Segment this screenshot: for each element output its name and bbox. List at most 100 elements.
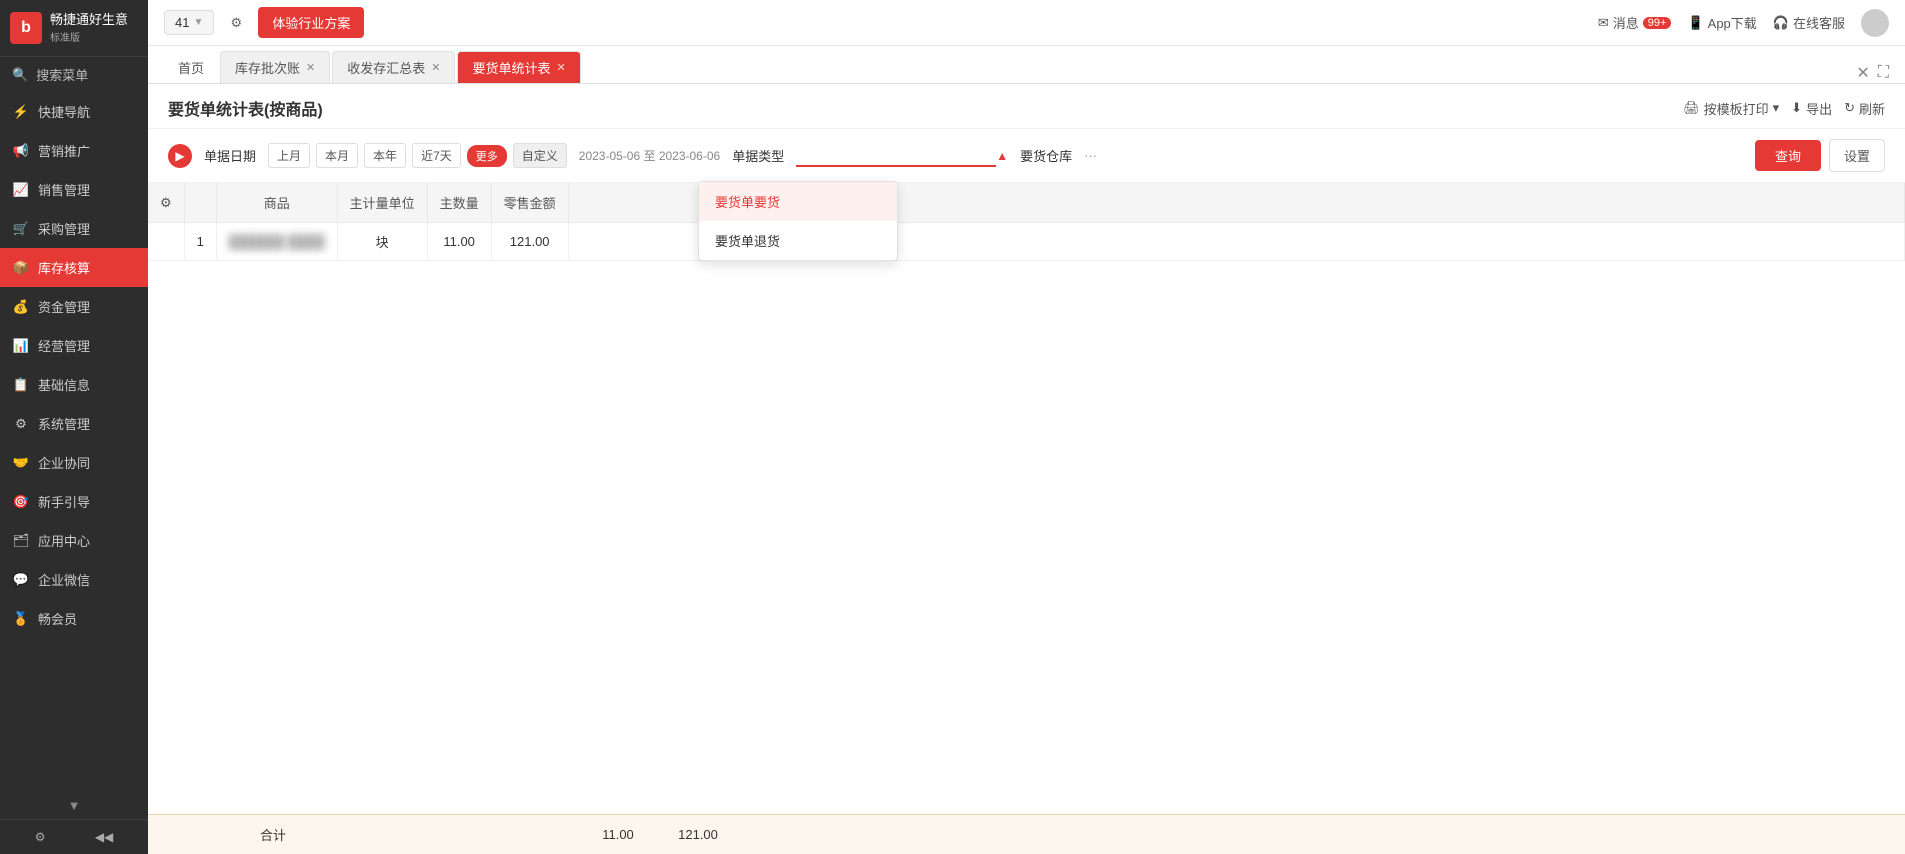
tab-home[interactable]: 首页 bbox=[164, 52, 218, 83]
type-filter-label: 单据类型 bbox=[732, 146, 784, 165]
sidebar-item-appstore[interactable]: 🗂 应用中心 bbox=[0, 521, 148, 560]
sidebar-item-wechat[interactable]: 💬 企业微信 bbox=[0, 560, 148, 599]
date-custom-btn[interactable]: 自定义 bbox=[513, 143, 567, 168]
sidebar: b 畅捷通好生意 标准版 🔍 搜索菜单 ⚡ 快捷导航 📢 营销推广 📈 销售管理… bbox=[0, 0, 148, 854]
table-body: 1 ██████ ████ 块 11.00 121.00 bbox=[148, 223, 1905, 261]
dropdown-item-label: 要货单要货 bbox=[715, 195, 780, 210]
tab-receipt-summary[interactable]: 收发存汇总表 ✕ bbox=[332, 51, 455, 83]
app-download-btn[interactable]: 📱 App下载 bbox=[1687, 13, 1756, 32]
page-title: 要货单统计表(按商品) bbox=[168, 96, 323, 120]
table-wrap: ⚙ 商品 主计量单位 主数量 零售金额 1 ██████ ████ 块 bbox=[148, 183, 1905, 814]
sidebar-item-basic[interactable]: 📋 基础信息 bbox=[0, 365, 148, 404]
user-avatar[interactable] bbox=[1861, 9, 1889, 37]
type-dropdown-arrow-icon[interactable]: ▲ bbox=[996, 149, 1008, 163]
refresh-btn[interactable]: ↻ 刷新 bbox=[1844, 99, 1885, 118]
appstore-icon: 🗂 bbox=[12, 532, 30, 550]
sidebar-item-enterprise[interactable]: 🤝 企业协同 bbox=[0, 443, 148, 482]
td-amount: 121.00 bbox=[491, 223, 568, 261]
sales-icon: 📈 bbox=[12, 181, 30, 199]
topbar-right: ✉ 消息 99+ 📱 App下载 🎧 在线客服 bbox=[1598, 9, 1889, 37]
summary-label: 合计 bbox=[248, 825, 298, 844]
sidebar-item-label: 新手引导 bbox=[38, 492, 90, 511]
type-filter-input[interactable] bbox=[796, 144, 996, 167]
messages-btn[interactable]: ✉ 消息 99+ bbox=[1598, 13, 1672, 32]
export-btn[interactable]: ⬇ 导出 bbox=[1791, 99, 1832, 118]
filter-settings-button[interactable]: 设置 bbox=[1829, 139, 1885, 172]
tab-order-stats[interactable]: 要货单统计表 ✕ bbox=[457, 51, 580, 83]
sidebar-search[interactable]: 🔍 搜索菜单 bbox=[0, 57, 148, 92]
collapse-icon: ◀◀ bbox=[95, 830, 113, 844]
sidebar-collapse-btn[interactable]: ◀◀ bbox=[95, 830, 113, 844]
sidebar-settings-btn[interactable]: ⚙ bbox=[35, 830, 46, 844]
sidebar-item-operation[interactable]: 📊 经营管理 bbox=[0, 326, 148, 365]
basic-icon: 📋 bbox=[12, 376, 30, 394]
date-last-month-btn[interactable]: 上月 bbox=[268, 143, 310, 168]
messages-label: 消息 bbox=[1613, 13, 1639, 32]
sidebar-item-marketing[interactable]: 📢 营销推广 bbox=[0, 131, 148, 170]
sidebar-item-newbie[interactable]: 🎯 新手引导 bbox=[0, 482, 148, 521]
td-goods: ██████ ████ bbox=[216, 223, 337, 261]
export-label: 导出 bbox=[1806, 99, 1832, 118]
date-this-month-btn[interactable]: 本月 bbox=[316, 143, 358, 168]
filter-expand-btn[interactable]: ▶ bbox=[168, 144, 192, 168]
th-unit: 主计量单位 bbox=[337, 183, 427, 223]
sidebar-item-label: 系统管理 bbox=[38, 414, 90, 433]
app-download-label: App下载 bbox=[1708, 13, 1757, 32]
sidebar-scroll-down[interactable]: ▼ bbox=[0, 792, 148, 819]
warehouse-more-icon[interactable]: ··· bbox=[1084, 148, 1097, 163]
chevron-down-icon: ▾ bbox=[1773, 100, 1780, 116]
operation-icon: 📊 bbox=[12, 337, 30, 355]
member-icon: 🏅 bbox=[12, 610, 30, 628]
sidebar-item-finance[interactable]: 💰 资金管理 bbox=[0, 287, 148, 326]
td-settings bbox=[148, 223, 184, 261]
query-button[interactable]: 查询 bbox=[1755, 140, 1821, 171]
store-number: 41 bbox=[175, 15, 189, 30]
dropdown-item-order-goods[interactable]: 要货单要货 bbox=[699, 182, 897, 221]
sidebar-item-label: 经营管理 bbox=[38, 336, 90, 355]
date-last-7days-btn[interactable]: 近7天 bbox=[412, 143, 461, 168]
sidebar-item-system[interactable]: ⚙ 系统管理 bbox=[0, 404, 148, 443]
topbar: 41 ▼ ⚙ 体验行业方案 ✉ 消息 99+ 📱 App下载 🎧 在线客服 bbox=[148, 0, 1905, 46]
logo-icon: b bbox=[10, 12, 42, 44]
th-settings[interactable]: ⚙ bbox=[148, 183, 184, 223]
tabs-bar-right: ✕ ⛶ bbox=[1856, 63, 1889, 83]
filter-bar: ▶ 单据日期 上月 本月 本年 近7天 更多 自定义 2023-05-06 至 … bbox=[148, 129, 1905, 183]
type-dropdown-menu: 要货单要货 要货单退货 bbox=[698, 181, 898, 261]
sidebar-item-quick-nav[interactable]: ⚡ 快捷导航 bbox=[0, 92, 148, 131]
sidebar-item-sales[interactable]: 📈 销售管理 bbox=[0, 170, 148, 209]
type-input-wrap: ▲ bbox=[796, 144, 1008, 167]
sidebar-item-label: 营销推广 bbox=[38, 141, 90, 160]
tab-close-icon[interactable]: ✕ bbox=[557, 61, 566, 74]
filter-right-actions: 查询 设置 bbox=[1755, 139, 1885, 172]
td-unit: 块 bbox=[337, 223, 427, 261]
sidebar-item-inventory[interactable]: 📦 库存核算 bbox=[0, 248, 148, 287]
tab-order-stats-label: 要货单统计表 bbox=[472, 58, 550, 77]
maximize-tab-btn[interactable]: ⛶ bbox=[1878, 64, 1889, 82]
close-all-tabs-btn[interactable]: ✕ bbox=[1856, 63, 1869, 83]
search-label: 搜索菜单 bbox=[36, 65, 88, 84]
dropdown-item-order-return[interactable]: 要货单退货 bbox=[699, 221, 897, 260]
sidebar-item-label: 库存核算 bbox=[38, 258, 90, 277]
online-service-btn[interactable]: 🎧 在线客服 bbox=[1773, 13, 1845, 32]
sidebar-item-label: 企业协同 bbox=[38, 453, 90, 472]
app-name: 畅捷通好生意 bbox=[50, 12, 128, 29]
trial-industry-button[interactable]: 体验行业方案 bbox=[258, 7, 364, 38]
sidebar-item-purchase[interactable]: 🛒 采购管理 bbox=[0, 209, 148, 248]
sidebar-item-member[interactable]: 🏅 畅会员 bbox=[0, 599, 148, 638]
tab-inventory-batch[interactable]: 库存批次账 ✕ bbox=[220, 51, 330, 83]
date-this-year-btn[interactable]: 本年 bbox=[364, 143, 406, 168]
headset-icon: 🎧 bbox=[1773, 15, 1789, 31]
print-template-label: 按模板打印 bbox=[1704, 99, 1769, 118]
system-icon: ⚙ bbox=[12, 415, 30, 433]
store-selector[interactable]: 41 ▼ bbox=[164, 10, 214, 35]
td-index: 1 bbox=[184, 223, 216, 261]
dropdown-item-label: 要货单退货 bbox=[715, 234, 780, 249]
tab-close-icon[interactable]: ✕ bbox=[306, 61, 315, 74]
sidebar-bottom: ⚙ ◀◀ bbox=[0, 819, 148, 854]
enterprise-icon: 🤝 bbox=[12, 454, 30, 472]
date-more-btn[interactable]: 更多 bbox=[467, 145, 507, 167]
topbar-settings-btn[interactable]: ⚙ bbox=[222, 9, 250, 37]
print-template-btn[interactable]: 🖨 按模板打印 ▾ bbox=[1683, 99, 1779, 118]
phone-icon: 📱 bbox=[1687, 15, 1703, 31]
tab-close-icon[interactable]: ✕ bbox=[431, 61, 440, 74]
